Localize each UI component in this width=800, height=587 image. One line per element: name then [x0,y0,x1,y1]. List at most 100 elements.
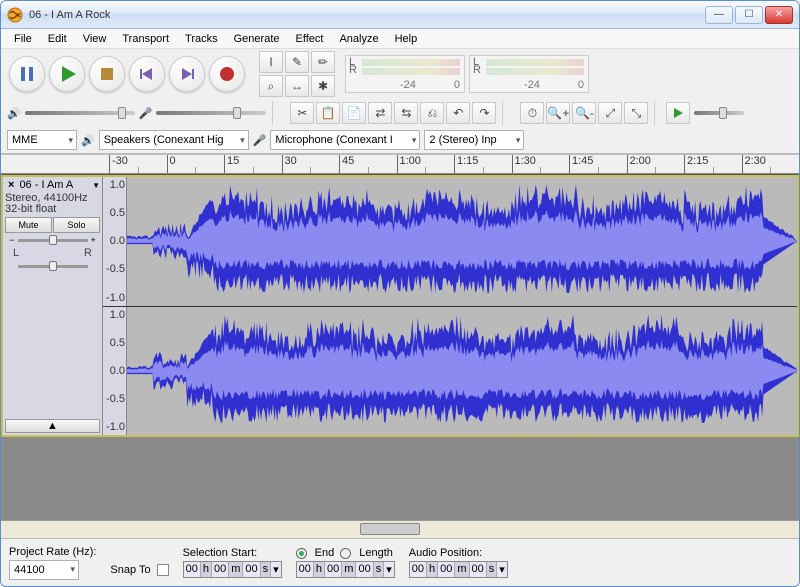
undo-button[interactable]: ⎌ [420,102,444,124]
record-button[interactable] [209,56,245,92]
output-device-combo[interactable]: Speakers (Conexant Hig [99,130,249,150]
cut-button[interactable]: ✂ [290,102,314,124]
input-meter[interactable]: LR -240 [469,55,589,93]
waveform-right[interactable]: 1.00.50.0-0.5-1.0 [103,307,797,436]
speaker-icon: 🔊 [7,107,21,120]
output-volume[interactable]: 🔊 [7,107,135,120]
device-toolbar: MME 🔊 Speakers (Conexant Hig 🎤 Microphon… [1,127,799,153]
track-close-button[interactable]: × [5,179,17,191]
menu-tracks[interactable]: Tracks [178,31,225,47]
selection-tool[interactable]: I [259,51,283,73]
audio-position-label: Audio Position: [409,547,508,559]
meter-r-label: R [349,66,357,74]
track-menu-button[interactable]: ▼ [92,181,100,190]
selection-start-label: Selection Start: [183,547,282,559]
mic-icon: 🎤 [139,107,153,120]
envelope-tool[interactable]: ✎ [285,51,309,73]
menu-generate[interactable]: Generate [227,31,287,47]
fit-selection-button[interactable]: ⤢ [598,102,622,124]
redo-button[interactable]: ↶ [446,102,470,124]
y-axis: 1.00.50.0-0.5-1.0 [103,177,127,306]
project-rate-label: Project Rate (Hz): [9,546,96,558]
draw-tool[interactable]: ✏ [311,51,335,73]
audio-position-time[interactable]: 00h 00m 00s▾ [409,561,508,578]
track-control-panel: × 06 - I Am A ▼ Stereo, 44100Hz 32-bit f… [3,177,103,435]
timeshift-tool[interactable]: ↔ [285,75,309,97]
selection-toolbar: Project Rate (Hz): 44100 Snap To Selecti… [1,538,799,586]
zoom-in-button[interactable]: 🔍+ [546,102,570,124]
play-at-speed-button[interactable] [666,102,690,124]
project-rate-combo[interactable]: 44100 [9,560,79,580]
paste-button[interactable]: 📄 [342,102,366,124]
output-meter[interactable]: LR -240 [345,55,465,93]
menu-bar: File Edit View Transport Tracks Generate… [1,29,799,49]
horizontal-scrollbar[interactable] [1,520,799,538]
tools-toolbar: I ✎ ✏ ⌕ ↔ ✱ [259,51,335,97]
speaker-icon: 🔊 [81,134,95,147]
y-axis: 1.00.50.0-0.5-1.0 [103,307,127,436]
track-collapse-button[interactable]: ▲ [5,419,100,433]
pause-button[interactable] [9,56,45,92]
fit-project-button[interactable]: ⤡ [624,102,648,124]
track-name[interactable]: 06 - I Am A [19,179,90,191]
menu-view[interactable]: View [76,31,114,47]
menu-edit[interactable]: Edit [41,31,74,47]
menu-file[interactable]: File [7,31,39,47]
input-volume[interactable]: 🎤 [139,107,267,120]
skip-end-icon [182,68,192,80]
selection-end-time[interactable]: 00h 00m 00s▾ [296,561,395,578]
meter-r-label: R [473,66,481,74]
play-icon [62,66,76,82]
menu-effect[interactable]: Effect [289,31,331,47]
timeline-ruler[interactable]: -3001530451:001:151:301:452:002:152:302:… [1,154,799,174]
track-format: Stereo, 44100Hz 32-bit float [5,193,100,215]
play-speed-slider[interactable] [694,111,754,115]
close-button[interactable]: ✕ [765,6,793,24]
toolbar-area: I ✎ ✏ ⌕ ↔ ✱ LR -240 LR -240 [1,49,799,154]
mute-button[interactable]: Mute [5,217,52,233]
zoom-toolbar: ⏱ 🔍+ 🔍- ⤢ ⤡ [520,102,648,124]
input-device-combo[interactable]: Microphone (Conexant I [270,130,420,150]
app-icon [7,7,23,23]
link-button[interactable]: ↷ [472,102,496,124]
pause-icon [21,67,33,81]
skip-end-button[interactable] [169,56,205,92]
skip-start-icon [142,68,152,80]
copy-button[interactable]: 📋 [316,102,340,124]
audio-track: × 06 - I Am A ▼ Stereo, 44100Hz 32-bit f… [1,175,799,437]
menu-transport[interactable]: Transport [115,31,176,47]
snap-to-checkbox[interactable] [157,564,169,576]
skip-start-button[interactable] [129,56,165,92]
zoom-tool[interactable]: ⌕ [259,75,283,97]
zoom-out-button[interactable]: 🔍- [572,102,596,124]
transport-toolbar [5,52,249,96]
track-gain-slider[interactable]: −+ [5,235,100,245]
selection-start-time[interactable]: 00h 00m 00s▾ [183,561,282,578]
trim-button[interactable]: ⇄ [368,102,392,124]
multi-tool[interactable]: ✱ [311,75,335,97]
maximize-button[interactable]: ☐ [735,6,763,24]
input-channels-combo[interactable]: 2 (Stereo) Inp [424,130,524,150]
end-radio[interactable] [296,548,307,559]
meters: LR -240 LR -240 [345,55,589,93]
mic-icon: 🎤 [253,134,267,147]
waveform-left[interactable]: 1.00.50.0-0.5-1.0 [103,177,797,307]
window-title: 06 - I Am A Rock [29,9,705,21]
stop-button[interactable] [89,56,125,92]
snap-to-label: Snap To [110,564,150,576]
minimize-button[interactable]: — [705,6,733,24]
audio-host-combo[interactable]: MME [7,130,77,150]
track-area: × 06 - I Am A ▼ Stereo, 44100Hz 32-bit f… [1,174,799,520]
track-pan-slider[interactable] [5,261,100,271]
edit-toolbar: ✂ 📋 📄 ⇄ ⇆ ⎌ ↶ ↷ [290,102,496,124]
menu-help[interactable]: Help [388,31,425,47]
stop-icon [101,68,113,80]
record-icon [220,67,234,81]
play-button[interactable] [49,56,85,92]
length-radio[interactable] [340,548,351,559]
sync-lock-button[interactable]: ⏱ [520,102,544,124]
solo-button[interactable]: Solo [53,217,100,233]
menu-analyze[interactable]: Analyze [332,31,385,47]
title-bar: 06 - I Am A Rock — ☐ ✕ [1,1,799,29]
silence-button[interactable]: ⇆ [394,102,418,124]
